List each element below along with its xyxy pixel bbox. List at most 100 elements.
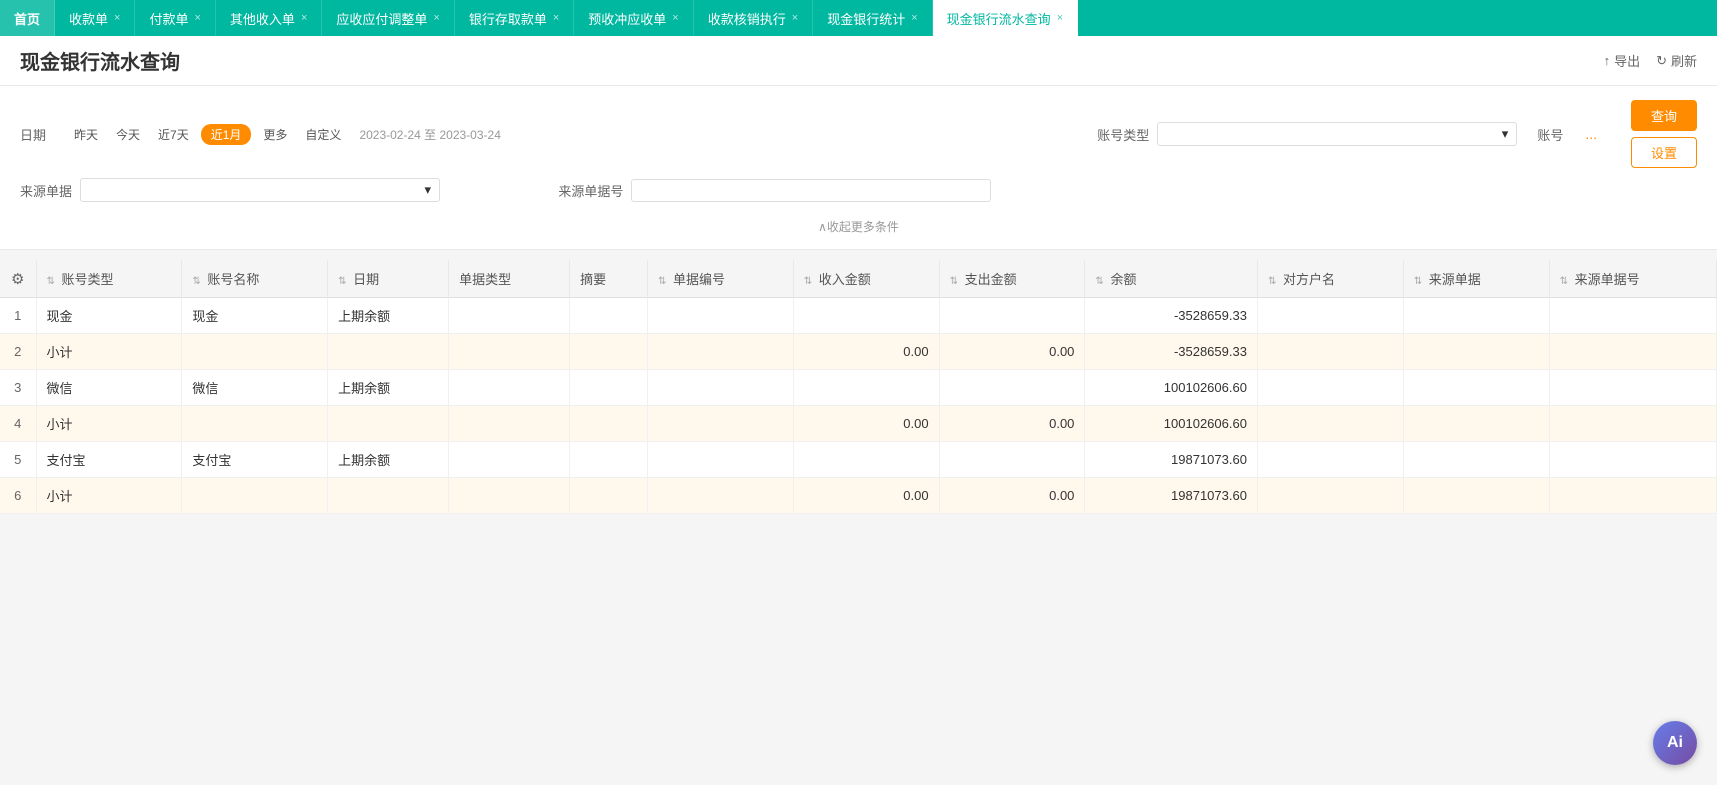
collapse-bar[interactable]: ∧ 收起更多条件 [20,212,1697,239]
nav-label-home: 首页 [14,9,40,28]
cell-expense [939,370,1085,406]
cell-counterpart [1257,334,1403,370]
close-icon[interactable]: × [433,12,439,24]
close-icon[interactable]: × [672,12,678,24]
cell-doc-type [449,298,570,334]
col-label-source-doc-no: 来源单据号 [1575,272,1640,287]
col-header-doc-no[interactable]: ⇅ 单据编号 [647,260,793,298]
close-icon[interactable]: × [301,12,307,24]
cell-account-name: 现金 [182,298,328,334]
chevron-down-icon-source: ▾ [424,182,431,198]
cell-source-doc-no [1549,334,1716,370]
col-header-account-type[interactable]: ⇅ 账号类型 [36,260,182,298]
table-row[interactable]: 2小计0.000.00-3528659.33 [0,334,1717,370]
cell-account-type: 小计 [36,334,182,370]
col-label-expense: 支出金额 [965,272,1017,287]
col-header-source-doc-no[interactable]: ⇅ 来源单据号 [1549,260,1716,298]
col-header-account-name[interactable]: ⇅ 账号名称 [182,260,328,298]
table-row[interactable]: 4小计0.000.00100102606.60 [0,406,1717,442]
nav-item-other-income[interactable]: 其他收入单 × [216,0,322,36]
sort-icon: ⇅ [804,276,812,287]
col-label-income: 收入金额 [819,272,871,287]
col-header-expense[interactable]: ⇅ 支出金额 [939,260,1085,298]
col-label-source-doc: 来源单据 [1429,272,1481,287]
cell-summary [570,442,648,478]
date-btn-custom[interactable]: 自定义 [299,124,347,145]
ai-assistant-button[interactable]: Ai [1653,721,1697,765]
cell-summary [570,478,648,514]
cell-doc-no [647,298,793,334]
sort-icon: ⇅ [192,276,200,287]
close-icon[interactable]: × [911,12,917,24]
col-header-date[interactable]: ⇅ 日期 [328,260,449,298]
close-icon[interactable]: × [553,12,559,24]
account-type-select[interactable]: ▾ [1157,122,1517,146]
refresh-label: 刷新 [1671,51,1697,70]
collapse-label: 收起更多条件 [827,218,899,235]
export-button[interactable]: ↑ 导出 [1604,51,1641,70]
close-icon[interactable]: × [1057,12,1063,24]
nav-item-cash-stats[interactable]: 现金银行统计 × [813,0,932,36]
cell-account-type: 小计 [36,406,182,442]
close-icon[interactable]: × [194,12,200,24]
cell-date [328,478,449,514]
cell-summary [570,370,648,406]
setting-button[interactable]: 设置 [1631,137,1697,168]
cell-counterpart [1257,442,1403,478]
col-label-doc-type: 单据类型 [459,272,511,287]
date-btn-1month[interactable]: 近1月 [201,124,252,145]
close-icon[interactable]: × [792,12,798,24]
table-row[interactable]: 6小计0.000.0019871073.60 [0,478,1717,514]
col-header-source-doc[interactable]: ⇅ 来源单据 [1403,260,1549,298]
date-btn-yesterday[interactable]: 昨天 [68,124,104,145]
col-header-counterpart[interactable]: ⇅ 对方户名 [1257,260,1403,298]
cell-income [793,298,939,334]
cell-source-doc-no [1549,370,1716,406]
source-doc-no-filter-group: 来源单据号 [558,179,991,202]
date-btn-7days[interactable]: 近7天 [152,124,195,145]
nav-item-payment[interactable]: 付款单 × [135,0,215,36]
refresh-icon: ↻ [1656,53,1667,69]
column-settings-icon[interactable]: ⚙ [11,271,24,288]
close-icon[interactable]: × [114,12,120,24]
col-header-balance[interactable]: ⇅ 余额 [1085,260,1258,298]
source-doc-no-input[interactable] [631,179,991,202]
refresh-button[interactable]: ↻ 刷新 [1656,51,1697,70]
settings-col-header[interactable]: ⚙ [0,260,36,298]
cell-account-type: 小计 [36,478,182,514]
cell-counterpart [1257,478,1403,514]
table-row[interactable]: 5支付宝支付宝上期余额19871073.60 [0,442,1717,478]
table-row[interactable]: 3微信微信上期余额100102606.60 [0,370,1717,406]
col-header-doc-type: 单据类型 [449,260,570,298]
query-button[interactable]: 查询 [1631,100,1697,131]
nav-item-ar-ap-adjust[interactable]: 应收应付调整单 × [322,0,454,36]
cell-account-name [182,478,328,514]
col-header-summary: 摘要 [570,260,648,298]
date-btn-today[interactable]: 今天 [110,124,146,145]
nav-item-home[interactable]: 首页 [0,0,55,36]
cell-account-name [182,334,328,370]
table-row[interactable]: 1现金现金上期余额-3528659.33 [0,298,1717,334]
sort-icon: ⇅ [1268,276,1276,287]
cell-expense: 0.00 [939,334,1085,370]
date-shortcuts: 昨天 今天 近7天 近1月 更多 自定义 2023-02-24 至 2023-0… [68,124,501,145]
cell-summary [570,334,648,370]
source-doc-select[interactable]: ▾ [80,178,440,202]
top-navigation: 首页 收款单 × 付款单 × 其他收入单 × 应收应付调整单 × 银行存取款单 … [0,0,1717,36]
nav-item-receipt-verify[interactable]: 收款核销执行 × [694,0,813,36]
nav-item-prepay[interactable]: 预收冲应收单 × [574,0,693,36]
nav-item-bank-deposit[interactable]: 银行存取款单 × [455,0,574,36]
col-label-account-name: 账号名称 [207,272,259,287]
date-btn-more[interactable]: 更多 [257,124,293,145]
cell-income: 0.00 [793,334,939,370]
source-doc-filter-group: 来源单据 ▾ [20,178,440,202]
col-header-income[interactable]: ⇅ 收入金额 [793,260,939,298]
row-number: 5 [0,442,36,478]
nav-item-receipt[interactable]: 收款单 × [55,0,135,36]
nav-label-receipt: 收款单 [69,9,108,28]
cell-doc-type [449,334,570,370]
account-ellipsis-button[interactable]: ... [1585,126,1597,142]
nav-item-cash-flow[interactable]: 现金银行流水查询 × [933,0,1078,36]
cell-source-doc-no [1549,442,1716,478]
cell-source-doc [1403,478,1549,514]
